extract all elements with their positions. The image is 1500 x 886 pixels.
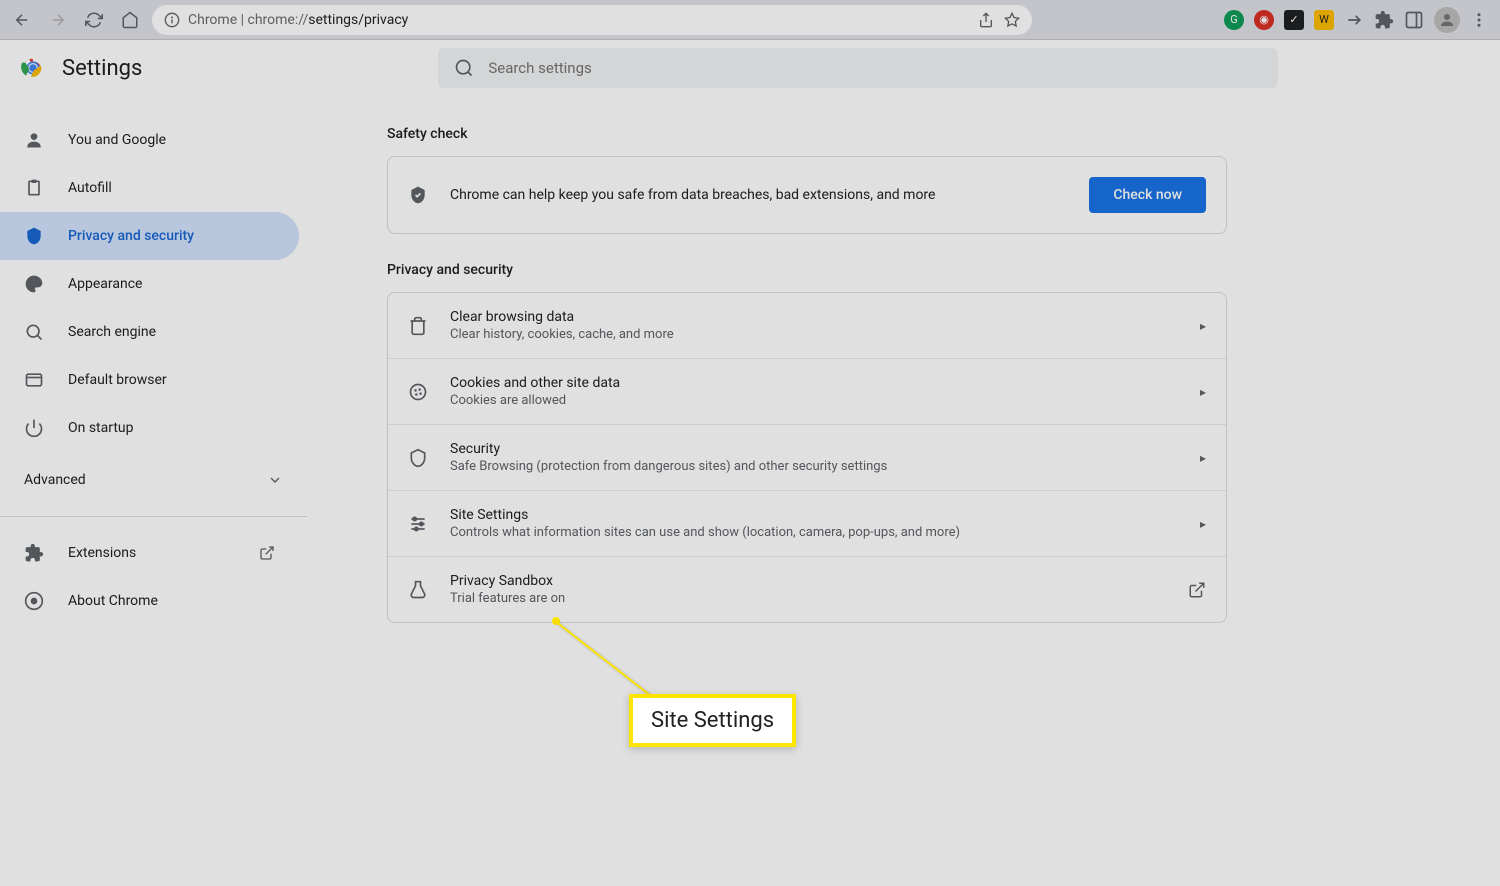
shield-icon — [24, 226, 44, 246]
cookie-icon — [408, 382, 428, 402]
row-cookies[interactable]: Cookies and other site data Cookies are a… — [388, 359, 1226, 425]
site-info-icon — [164, 12, 180, 28]
trash-icon — [408, 316, 428, 336]
extension-icon-2[interactable]: ◉ — [1254, 10, 1274, 30]
sidebar-item-label: Privacy and security — [68, 228, 194, 244]
flask-icon — [408, 580, 428, 600]
external-link-icon — [259, 545, 275, 561]
profile-avatar[interactable] — [1434, 7, 1460, 33]
row-subtitle: Controls what information sites can use … — [450, 525, 1178, 540]
app-menu-icon[interactable] — [1470, 11, 1488, 29]
address-bar[interactable]: Chrome | chrome://settings/privacy — [152, 5, 1032, 35]
row-subtitle: Clear history, cookies, cache, and more — [450, 327, 1178, 342]
sidebar-item-label: Default browser — [68, 372, 167, 388]
chrome-icon — [24, 591, 44, 611]
tune-icon — [408, 514, 428, 534]
sidebar-advanced[interactable]: Advanced — [0, 456, 307, 504]
sidebar-item-default-browser[interactable]: Default browser — [0, 356, 299, 404]
browser-icon — [24, 370, 44, 390]
extensions-icon[interactable] — [1374, 10, 1394, 30]
external-link-icon — [1188, 581, 1206, 599]
send-tab-icon[interactable] — [1344, 10, 1364, 30]
power-icon — [24, 418, 44, 438]
row-site-settings[interactable]: Site Settings Controls what information s… — [388, 491, 1226, 557]
puzzle-icon — [24, 543, 44, 563]
chevron-right-icon: ▸ — [1200, 385, 1206, 399]
sidebar-item-on-startup[interactable]: On startup — [0, 404, 299, 452]
sidebar-item-autofill[interactable]: Autofill — [0, 164, 299, 212]
shield-icon — [408, 448, 428, 468]
chrome-logo-icon — [20, 55, 46, 81]
settings-page: Settings You and Google Autofill Privacy… — [0, 40, 1500, 886]
chevron-right-icon: ▸ — [1200, 319, 1206, 333]
check-now-button[interactable]: Check now — [1089, 177, 1206, 213]
safety-check-heading: Safety check — [387, 126, 1440, 142]
palette-icon — [24, 274, 44, 294]
sidebar-item-label: Extensions — [68, 545, 136, 561]
sidebar-item-label: Search engine — [68, 324, 156, 340]
bookmark-icon[interactable] — [1004, 12, 1020, 28]
row-title: Site Settings — [450, 507, 1178, 523]
sidebar-item-label: Appearance — [68, 276, 142, 292]
chevron-right-icon: ▸ — [1200, 517, 1206, 531]
extension-icon-4[interactable]: W — [1314, 10, 1334, 30]
forward-button[interactable] — [44, 6, 72, 34]
home-button[interactable] — [116, 6, 144, 34]
back-button[interactable] — [8, 6, 36, 34]
privacy-card: Clear browsing data Clear history, cookie… — [387, 292, 1227, 623]
sidebar-item-label: On startup — [68, 420, 134, 436]
sidepanel-icon[interactable] — [1404, 10, 1424, 30]
page-title: Settings — [62, 56, 142, 81]
url-text: Chrome | chrome://settings/privacy — [188, 12, 408, 28]
sidebar-item-privacy[interactable]: Privacy and security — [0, 212, 299, 260]
privacy-heading: Privacy and security — [387, 262, 1440, 278]
share-icon[interactable] — [978, 12, 994, 28]
row-clear-browsing-data[interactable]: Clear browsing data Clear history, cookie… — [388, 293, 1226, 359]
row-subtitle: Safe Browsing (protection from dangerous… — [450, 459, 1178, 474]
row-security[interactable]: Security Safe Browsing (protection from d… — [388, 425, 1226, 491]
sidebar-item-appearance[interactable]: Appearance — [0, 260, 299, 308]
sidebar-item-you-and-google[interactable]: You and Google — [0, 116, 299, 164]
extension-icon-3[interactable]: ✓ — [1284, 10, 1304, 30]
sidebar-item-label: About Chrome — [68, 593, 158, 609]
reload-button[interactable] — [80, 6, 108, 34]
clipboard-icon — [24, 178, 44, 198]
main-content: Safety check Chrome can help keep you sa… — [307, 96, 1500, 886]
sidebar: You and Google Autofill Privacy and secu… — [0, 96, 307, 886]
row-title: Clear browsing data — [450, 309, 1178, 325]
row-subtitle: Cookies are allowed — [450, 393, 1178, 408]
search-icon — [24, 322, 44, 342]
shield-check-icon — [408, 185, 428, 205]
row-title: Privacy Sandbox — [450, 573, 1166, 589]
extension-icon-1[interactable]: G — [1224, 10, 1244, 30]
row-title: Security — [450, 441, 1178, 457]
search-input[interactable] — [488, 59, 1262, 77]
row-title: Cookies and other site data — [450, 375, 1178, 391]
person-icon — [24, 130, 44, 150]
sidebar-item-search-engine[interactable]: Search engine — [0, 308, 299, 356]
chevron-right-icon: ▸ — [1200, 451, 1206, 465]
sidebar-item-label: You and Google — [68, 132, 166, 148]
settings-header: Settings — [0, 40, 1500, 96]
sidebar-item-extensions[interactable]: Extensions — [0, 529, 299, 577]
safety-text: Chrome can help keep you safe from data … — [450, 187, 1067, 203]
search-icon — [454, 58, 474, 78]
safety-check-card: Chrome can help keep you safe from data … — [387, 156, 1227, 234]
row-privacy-sandbox[interactable]: Privacy Sandbox Trial features are on — [388, 557, 1226, 622]
settings-search[interactable] — [438, 48, 1278, 88]
sidebar-item-label: Autofill — [68, 180, 112, 196]
sidebar-item-about[interactable]: About Chrome — [0, 577, 299, 625]
row-subtitle: Trial features are on — [450, 591, 1166, 606]
toolbar-right: G ◉ ✓ W — [1224, 7, 1492, 33]
chevron-down-icon — [267, 472, 283, 488]
browser-toolbar: Chrome | chrome://settings/privacy G ◉ ✓… — [0, 0, 1500, 40]
divider — [0, 516, 307, 517]
